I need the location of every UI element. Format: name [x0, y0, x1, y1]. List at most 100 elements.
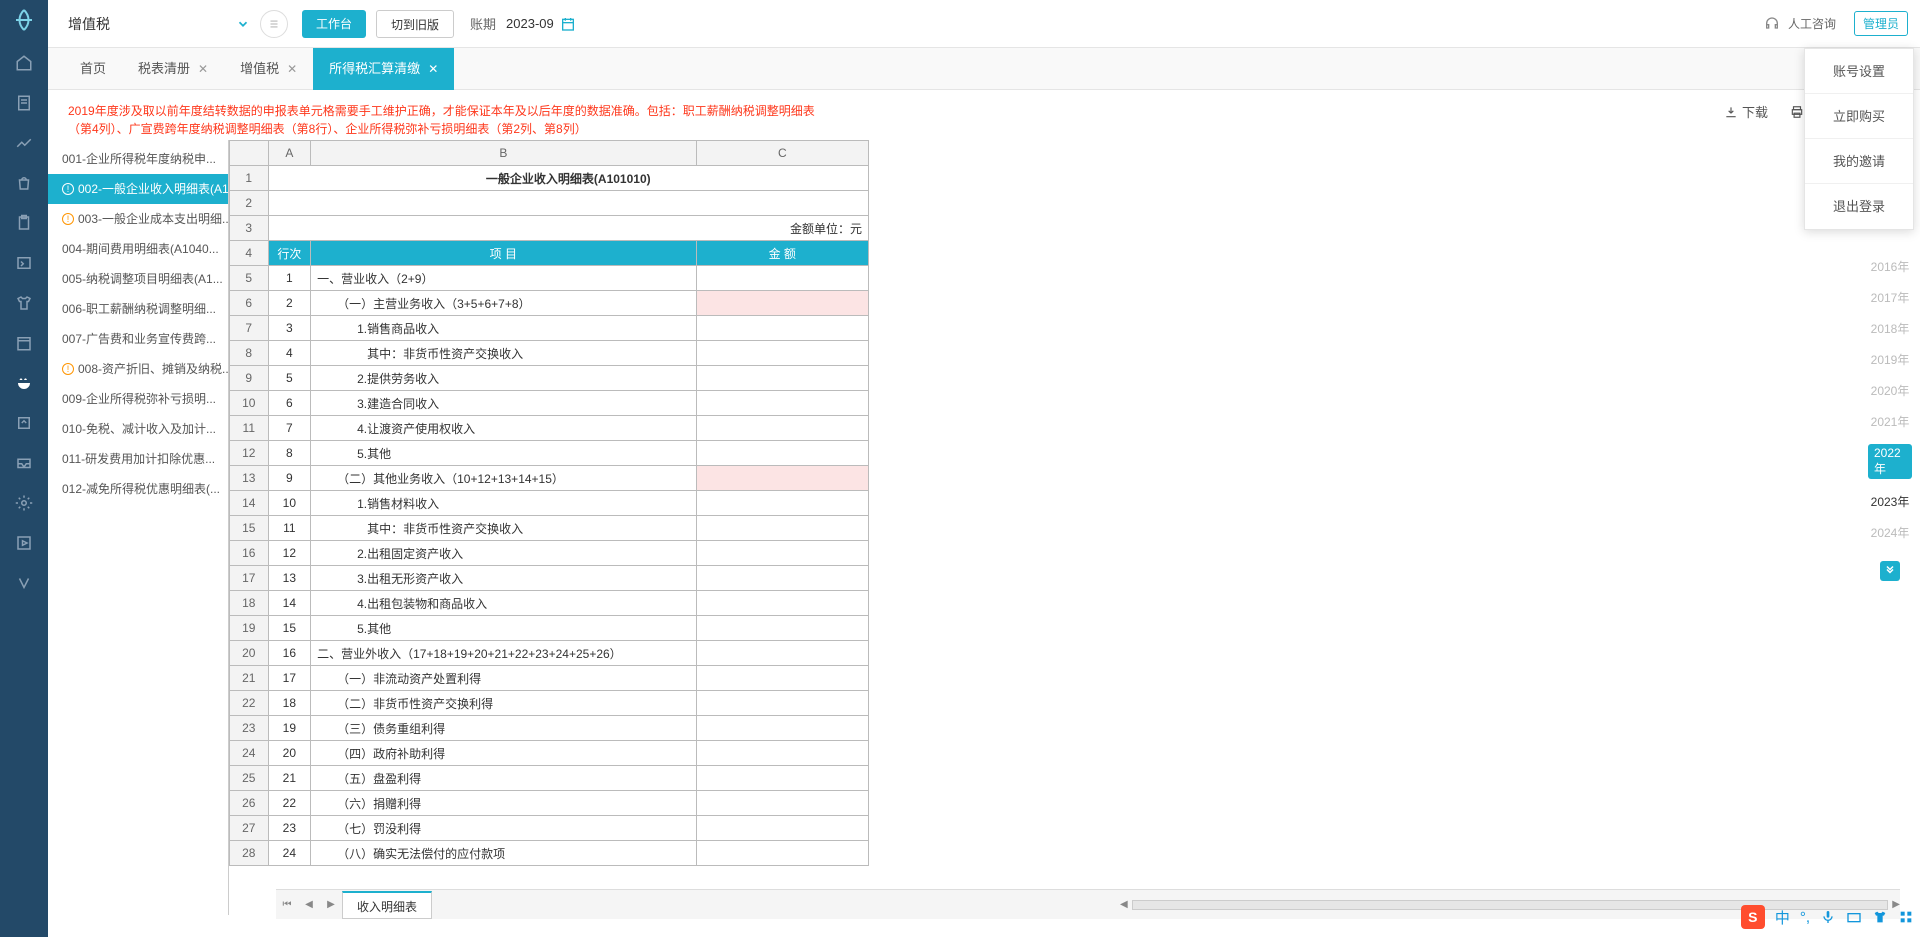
rownum-cell[interactable]: 15 — [268, 616, 311, 641]
rownum-cell[interactable]: 7 — [268, 416, 311, 441]
tab-close-icon[interactable]: ✕ — [428, 48, 438, 90]
upload-icon[interactable] — [15, 414, 33, 432]
row-header[interactable]: 15 — [230, 516, 269, 541]
tree-item-1[interactable]: !002-一般企业收入明细表(A1... — [48, 174, 228, 204]
row-header[interactable]: 25 — [230, 766, 269, 791]
row-header[interactable]: 8 — [230, 341, 269, 366]
amount-cell[interactable] — [696, 766, 868, 791]
chart-icon[interactable] — [15, 134, 33, 152]
item-cell[interactable]: 其中：非货币性资产交换收入 — [311, 341, 696, 366]
item-cell[interactable]: 5.其他 — [311, 441, 696, 466]
year-2021年[interactable]: 2021年 — [1871, 413, 1910, 430]
bowl-icon[interactable] — [15, 374, 33, 392]
row-header[interactable]: 26 — [230, 791, 269, 816]
tab-3[interactable]: 所得税汇算清缴✕ — [313, 48, 454, 90]
row-header[interactable]: 12 — [230, 441, 269, 466]
ime-lang[interactable]: 中 — [1775, 907, 1790, 928]
item-cell[interactable]: 2.出租固定资产收入 — [311, 541, 696, 566]
year-2019年[interactable]: 2019年 — [1871, 351, 1910, 368]
ime-logo-icon[interactable]: S — [1741, 905, 1765, 929]
amount-cell[interactable] — [696, 366, 868, 391]
row-header[interactable]: 20 — [230, 641, 269, 666]
amount-cell[interactable] — [696, 791, 868, 816]
item-cell[interactable]: 4.出租包装物和商品收入 — [311, 591, 696, 616]
row-header[interactable]: 3 — [230, 216, 269, 241]
amount-cell[interactable] — [696, 341, 868, 366]
sheet-nav-next[interactable]: ▶ — [320, 894, 342, 916]
item-cell[interactable]: 1.销售材料收入 — [311, 491, 696, 516]
rownum-cell[interactable]: 13 — [268, 566, 311, 591]
item-cell[interactable]: （一）主营业务收入（3+5+6+7+8） — [311, 291, 696, 316]
amount-cell[interactable] — [696, 516, 868, 541]
tree-item-7[interactable]: !008-资产折旧、摊销及纳税... — [48, 354, 228, 384]
tab-close-icon[interactable]: ✕ — [287, 48, 297, 90]
item-cell[interactable]: （六）捐赠利得 — [311, 791, 696, 816]
sheet-nav-first[interactable]: ⏮ — [276, 894, 298, 916]
row-header[interactable]: 2 — [230, 191, 269, 216]
rownum-cell[interactable]: 10 — [268, 491, 311, 516]
amount-cell[interactable] — [696, 566, 868, 591]
rownum-cell[interactable]: 19 — [268, 716, 311, 741]
rownum-cell[interactable]: 6 — [268, 391, 311, 416]
item-cell[interactable]: （三）债务重组利得 — [311, 716, 696, 741]
calendar-icon[interactable] — [15, 334, 33, 352]
tree-item-5[interactable]: 006-职工薪酬纳税调整明细... — [48, 294, 228, 324]
rownum-cell[interactable]: 12 — [268, 541, 311, 566]
col-header-B[interactable]: 项 目 — [311, 241, 696, 266]
amount-cell[interactable] — [696, 641, 868, 666]
row-header[interactable]: 7 — [230, 316, 269, 341]
rownum-cell[interactable]: 9 — [268, 466, 311, 491]
tree-item-0[interactable]: 001-企业所得税年度纳税申... — [48, 144, 228, 174]
col-header[interactable]: A — [268, 141, 311, 166]
tree-item-9[interactable]: 010-免税、减计收入及加计... — [48, 414, 228, 444]
terminal-icon[interactable] — [15, 254, 33, 272]
row-header[interactable]: 28 — [230, 841, 269, 866]
year-2024年[interactable]: 2024年 — [1871, 524, 1910, 541]
item-cell[interactable]: （五）盘盈利得 — [311, 766, 696, 791]
rownum-cell[interactable]: 20 — [268, 741, 311, 766]
ime-mic-icon[interactable] — [1820, 909, 1836, 925]
rownum-cell[interactable]: 3 — [268, 316, 311, 341]
amount-cell[interactable] — [696, 616, 868, 641]
tree-item-4[interactable]: 005-纳税调整项目明细表(A1... — [48, 264, 228, 294]
spreadsheet[interactable]: ABC1一般企业收入明细表(A101010)23金额单位：元4行次项 目金 额5… — [229, 140, 869, 866]
tab-1[interactable]: 税表清册✕ — [122, 48, 224, 90]
dropdown-item-0[interactable]: 账号设置 — [1805, 49, 1913, 94]
col-header-C[interactable]: 金 额 — [696, 241, 868, 266]
tab-close-icon[interactable]: ✕ — [198, 48, 208, 90]
amount-cell[interactable] — [696, 666, 868, 691]
year-2022年[interactable]: 2022年 — [1868, 444, 1912, 479]
amount-cell[interactable] — [696, 441, 868, 466]
amount-cell[interactable] — [696, 816, 868, 841]
row-header[interactable]: 9 — [230, 366, 269, 391]
dropdown-item-3[interactable]: 退出登录 — [1805, 184, 1913, 229]
amount-cell[interactable] — [696, 541, 868, 566]
item-cell[interactable]: （二）其他业务收入（10+12+13+14+15） — [311, 466, 696, 491]
tree-item-3[interactable]: 004-期间费用明细表(A1040... — [48, 234, 228, 264]
rownum-cell[interactable]: 14 — [268, 591, 311, 616]
amount-cell[interactable] — [696, 291, 868, 316]
play-icon[interactable] — [15, 534, 33, 552]
year-collapse-icon[interactable] — [1880, 561, 1900, 581]
row-header[interactable]: 13 — [230, 466, 269, 491]
tree-item-11[interactable]: 012-减免所得税优惠明细表(... — [48, 474, 228, 504]
amount-cell[interactable] — [696, 841, 868, 866]
dropdown-item-1[interactable]: 立即购买 — [1805, 94, 1913, 139]
admin-button[interactable]: 管理员 — [1854, 11, 1908, 36]
tree-item-8[interactable]: 009-企业所得税弥补亏损明... — [48, 384, 228, 414]
sheet-nav-prev[interactable]: ◀ — [298, 894, 320, 916]
tab-0[interactable]: 首页 — [64, 48, 122, 90]
rownum-cell[interactable]: 11 — [268, 516, 311, 541]
row-header[interactable]: 27 — [230, 816, 269, 841]
tree-item-6[interactable]: 007-广告费和业务宣传费跨... — [48, 324, 228, 354]
history-button[interactable] — [260, 10, 288, 38]
rownum-cell[interactable]: 17 — [268, 666, 311, 691]
item-cell[interactable]: 3.出租无形资产收入 — [311, 566, 696, 591]
year-2023年[interactable]: 2023年 — [1871, 493, 1910, 510]
unit-cell[interactable]: 金额单位：元 — [268, 216, 868, 241]
row-header[interactable]: 23 — [230, 716, 269, 741]
tree-item-2[interactable]: !003-一般企业成本支出明细... — [48, 204, 228, 234]
item-cell[interactable]: 2.提供劳务收入 — [311, 366, 696, 391]
rownum-cell[interactable]: 21 — [268, 766, 311, 791]
item-cell[interactable]: 二、营业外收入（17+18+19+20+21+22+23+24+25+26） — [311, 641, 696, 666]
